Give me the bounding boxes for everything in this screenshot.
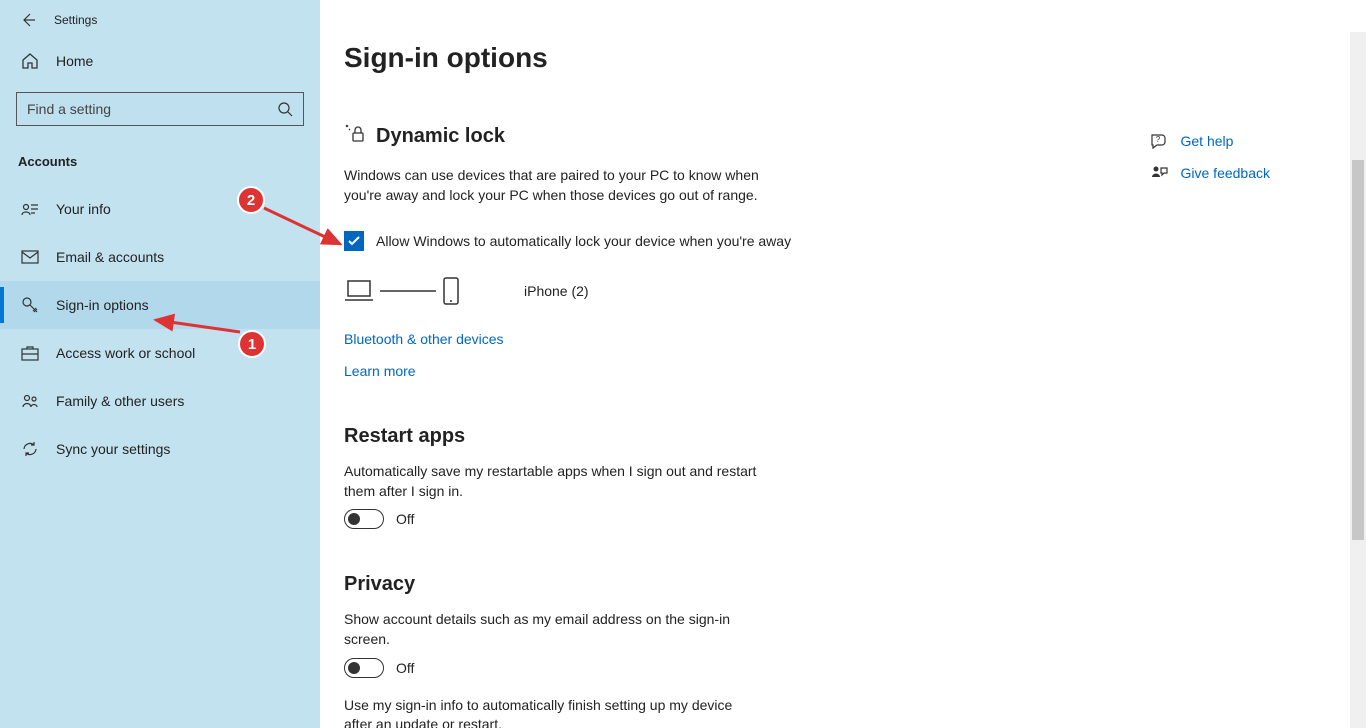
sidebar-item-label: Sync your settings — [56, 441, 170, 457]
sidebar-item-sync[interactable]: Sync your settings — [0, 425, 320, 473]
privacy-toggle[interactable] — [344, 658, 384, 678]
sync-icon — [20, 440, 40, 458]
restart-apps-toggle[interactable] — [344, 509, 384, 529]
main-content: Sign-in options Dynamic lock Windows can… — [320, 0, 1366, 728]
people-icon — [20, 393, 40, 409]
bluetooth-devices-link[interactable]: Bluetooth & other devices — [344, 331, 504, 347]
laptop-icon — [344, 279, 374, 303]
back-button[interactable] — [12, 4, 44, 36]
key-icon — [20, 296, 40, 314]
privacy-heading: Privacy — [344, 573, 1342, 596]
back-arrow-icon — [20, 12, 36, 28]
dynamic-lock-description: Windows can use devices that are paired … — [344, 166, 764, 205]
sidebar-item-label: Sign-in options — [56, 297, 149, 313]
checkmark-icon — [347, 234, 361, 248]
scrollbar-thumb[interactable] — [1352, 160, 1364, 540]
phone-icon — [442, 277, 460, 305]
paired-device-name: iPhone (2) — [524, 283, 589, 299]
dynamic-lock-icon — [344, 122, 366, 150]
get-help-label: Get help — [1181, 133, 1234, 149]
home-icon — [20, 52, 40, 70]
person-card-icon — [20, 201, 40, 217]
dynamic-lock-checkbox-row: Allow Windows to automatically lock your… — [344, 231, 1342, 251]
dynamic-lock-checkbox-label: Allow Windows to automatically lock your… — [376, 233, 791, 249]
annotation-badge-1: 1 — [238, 330, 266, 358]
privacy-description: Show account details such as my email ad… — [344, 610, 764, 649]
titlebar: Settings — [0, 0, 320, 40]
home-label: Home — [56, 53, 93, 69]
restart-apps-description: Automatically save my restartable apps w… — [344, 462, 764, 501]
privacy-toggle-label: Off — [396, 660, 414, 676]
device-graphic — [344, 277, 460, 305]
sidebar: Settings Home Accounts Your info Email &… — [0, 0, 320, 728]
window-title: Settings — [54, 13, 97, 27]
search-input[interactable] — [27, 101, 277, 117]
home-nav[interactable]: Home — [0, 40, 320, 82]
give-feedback-label: Give feedback — [1181, 165, 1271, 181]
sidebar-item-label: Your info — [56, 201, 111, 217]
restart-apps-heading: Restart apps — [344, 425, 1342, 448]
help-icon: ? — [1147, 132, 1171, 150]
privacy-description-2: Use my sign-in info to automatically fin… — [344, 696, 764, 728]
sidebar-item-label: Email & accounts — [56, 249, 164, 265]
annotation-arrow-1 — [148, 310, 248, 340]
mail-icon — [20, 250, 40, 264]
give-feedback-link[interactable]: Give feedback — [1147, 164, 1271, 182]
sidebar-item-label: Access work or school — [56, 345, 195, 361]
restart-apps-toggle-row: Off — [344, 509, 1342, 529]
sidebar-item-label: Family & other users — [56, 393, 184, 409]
paired-device-row: iPhone (2) — [344, 277, 1342, 305]
sidebar-item-family[interactable]: Family & other users — [0, 377, 320, 425]
search-icon — [277, 101, 293, 117]
learn-more-link[interactable]: Learn more — [344, 363, 416, 379]
feedback-icon — [1147, 164, 1171, 182]
privacy-toggle-row: Off — [344, 658, 1342, 678]
right-rail: ? Get help Give feedback — [1147, 132, 1271, 196]
scrollbar-track[interactable] — [1350, 32, 1366, 728]
page-title: Sign-in options — [344, 42, 1342, 74]
connection-line-icon — [380, 289, 436, 293]
category-label: Accounts — [18, 154, 320, 169]
annotation-arrow-2 — [258, 202, 348, 252]
svg-text:?: ? — [1155, 135, 1160, 144]
restart-apps-toggle-label: Off — [396, 511, 414, 527]
get-help-link[interactable]: ? Get help — [1147, 132, 1271, 150]
briefcase-icon — [20, 345, 40, 361]
annotation-badge-2: 2 — [237, 186, 265, 214]
search-box[interactable] — [16, 92, 304, 126]
dynamic-lock-heading: Dynamic lock — [376, 125, 505, 148]
